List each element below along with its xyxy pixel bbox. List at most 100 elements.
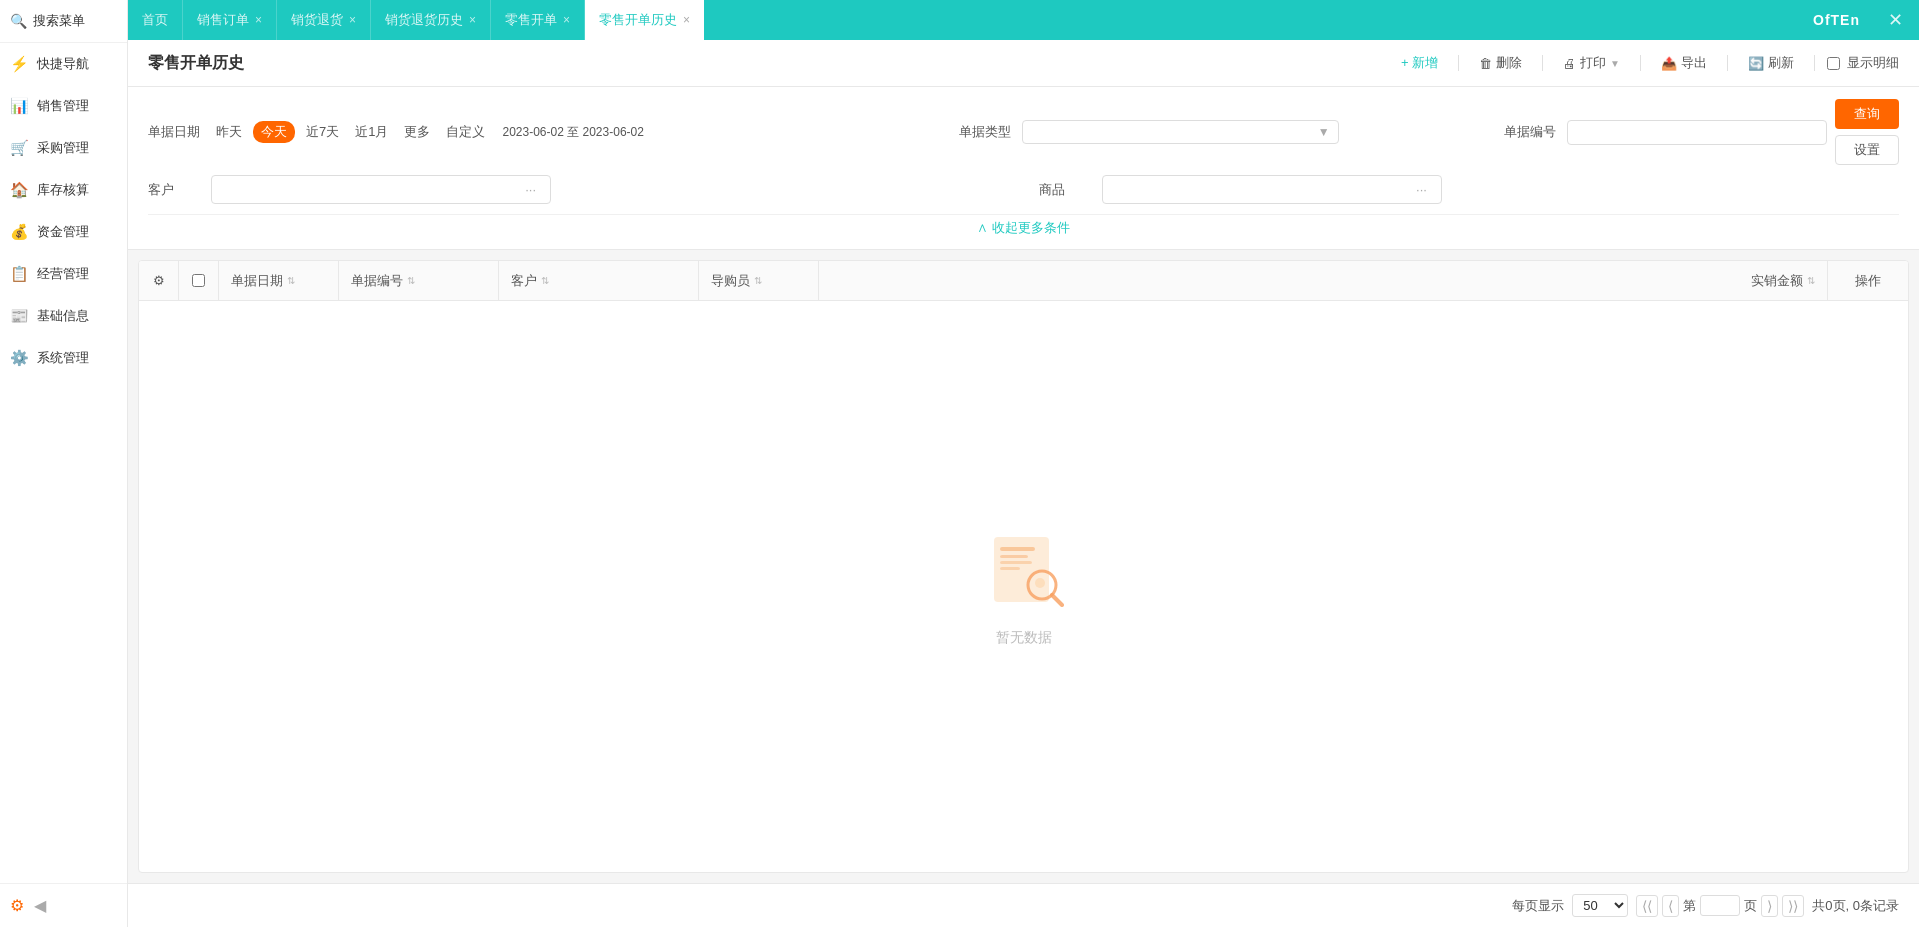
svg-rect-1 [1000,547,1035,551]
collapse-filter-btn[interactable]: ∧ 收起更多条件 [148,214,1899,241]
sidebar-item-sales-mgmt[interactable]: 📊 销售管理 [0,85,127,127]
tab-sales-order-close[interactable]: × [255,13,262,27]
set-button[interactable]: 设置 [1835,135,1899,165]
window-close-button[interactable]: ✕ [1888,9,1903,31]
customer-sort-icon: ⇅ [541,275,549,286]
tab-sales-return-history[interactable]: 销货退货历史 × [371,0,491,40]
sidebar-item-label: 基础信息 [37,307,89,325]
prev-page-btn[interactable]: ⟨ [1662,895,1679,917]
toolbar: + 新增 🗑 删除 🖨 打印 ▼ 📤 导出 [1393,50,1899,76]
sidebar-search[interactable]: 🔍 搜索菜单 [0,0,127,43]
quick-nav-icon: ⚡ [10,55,29,73]
toolbar-divider-4 [1727,55,1728,71]
collapse-filter-text: ∧ 收起更多条件 [977,220,1070,235]
last-page-btn[interactable]: ⟩⟩ [1782,895,1804,917]
tab-retail-history-close[interactable]: × [683,13,690,27]
date-opt-7days[interactable]: 近7天 [301,121,344,143]
th-date[interactable]: 单据日期 ⇅ [219,261,339,300]
th-guide-label: 导购员 [711,272,750,290]
th-settings[interactable]: ⚙ [139,261,179,300]
tab-sales-return-close[interactable]: × [349,13,356,27]
page-total-text: 共0页, 0条记录 [1812,897,1899,915]
show-detail-checkbox[interactable] [1827,57,1840,70]
sidebar-item-label: 库存核算 [37,181,89,199]
refresh-button[interactable]: 🔄 刷新 [1740,50,1802,76]
sidebar-item-quick-nav[interactable]: ⚡ 快捷导航 [0,43,127,85]
settings-icon[interactable]: ⚙ [10,896,24,915]
th-customer[interactable]: 客户 ⇅ [499,261,699,300]
sidebar-item-label: 销售管理 [37,97,89,115]
select-all-checkbox[interactable] [192,274,205,287]
page-unit: 页 [1744,897,1757,915]
th-ops: 操作 [1828,261,1908,300]
page-nav: ⟨⟨ ⟨ 第 1 页 ⟩ ⟩⟩ [1636,895,1804,917]
doc-type-select[interactable]: ▼ [1022,120,1339,144]
date-opt-1month[interactable]: 近1月 [350,121,393,143]
next-page-btn[interactable]: ⟩ [1761,895,1778,917]
table-header: ⚙ 单据日期 ⇅ 单据编号 ⇅ 客户 ⇅ 导购员 [139,261,1908,301]
query-button[interactable]: 查询 [1835,99,1899,129]
date-filter-label: 单据日期 [148,123,203,141]
sidebar-item-finance[interactable]: 💰 资金管理 [0,211,127,253]
sidebar-item-purchase-mgmt[interactable]: 🛒 采购管理 [0,127,127,169]
main-area: 首页 销售订单 × 销货退货 × 销货退货历史 × 零售开单 × 零售开单历史 … [128,0,1919,927]
th-num-label: 单据编号 [351,272,403,290]
search-icon: 🔍 [10,13,27,29]
tab-sales-return-history-close[interactable]: × [469,13,476,27]
sidebar-item-sys-mgmt[interactable]: ⚙️ 系统管理 [0,337,127,379]
export-button[interactable]: 📤 导出 [1653,50,1715,76]
tab-sales-return-label: 销货退货 [291,11,343,29]
customer-more-icon[interactable]: ··· [519,180,542,199]
guide-sort-icon: ⇅ [754,275,762,286]
date-opt-more[interactable]: 更多 [399,121,435,143]
sidebar-item-base-info[interactable]: 📰 基础信息 [0,295,127,337]
first-page-btn[interactable]: ⟨⟨ [1636,895,1658,917]
show-detail-label-text: 显示明细 [1847,54,1899,72]
refresh-icon: 🔄 [1748,56,1764,71]
amount-sort-icon: ⇅ [1807,275,1815,286]
th-amount[interactable]: 实销金额 ⇅ [819,261,1828,300]
empty-text: 暂无数据 [996,629,1052,647]
per-page-select[interactable]: 50 100 200 [1572,894,1628,917]
tab-retail-history[interactable]: 零售开单历史 × [585,0,704,40]
export-button-label: 导出 [1681,54,1707,72]
tab-retail-open[interactable]: 零售开单 × [491,0,585,40]
tab-sales-return[interactable]: 销货退货 × [277,0,371,40]
svg-rect-2 [1000,555,1028,558]
finance-icon: 💰 [10,223,29,241]
tab-home[interactable]: 首页 [128,0,183,40]
tab-sales-return-history-label: 销货退货历史 [385,11,463,29]
date-opt-today[interactable]: 今天 [253,121,295,143]
th-num[interactable]: 单据编号 ⇅ [339,261,499,300]
add-button[interactable]: + 新增 [1393,50,1446,76]
th-checkbox[interactable] [179,261,219,300]
add-button-label: + 新增 [1401,54,1438,72]
print-button[interactable]: 🖨 打印 ▼ [1555,50,1628,76]
page-number-input[interactable]: 1 [1700,895,1740,916]
goods-filter-label: 商品 [1039,181,1094,199]
date-opt-custom[interactable]: 自定义 [441,121,490,143]
sidebar-item-operations[interactable]: 📋 经营管理 [0,253,127,295]
num-sort-icon: ⇅ [407,275,415,286]
goods-select[interactable]: ··· [1102,175,1442,204]
th-guide[interactable]: 导购员 ⇅ [699,261,819,300]
page-word: 第 [1683,897,1696,915]
purchase-mgmt-icon: 🛒 [10,139,29,157]
sidebar-item-inventory[interactable]: 🏠 库存核算 [0,169,127,211]
empty-state: 暂无数据 [139,301,1908,872]
sidebar-item-label: 系统管理 [37,349,89,367]
delete-button[interactable]: 🗑 删除 [1471,50,1530,76]
customer-select[interactable]: ··· [211,175,551,204]
tab-sales-order-label: 销售订单 [197,11,249,29]
tab-sales-order[interactable]: 销售订单 × [183,0,277,40]
tab-retail-open-close[interactable]: × [563,13,570,27]
delete-button-label: 删除 [1496,54,1522,72]
doc-num-input[interactable] [1567,120,1827,145]
goods-more-icon[interactable]: ··· [1410,180,1433,199]
query-area: 查询 设置 [1835,99,1899,165]
show-detail-toggle[interactable]: 显示明细 [1827,54,1899,72]
date-opt-yesterday[interactable]: 昨天 [211,121,247,143]
per-page-label: 每页显示 [1512,897,1564,915]
inventory-icon: 🏠 [10,181,29,199]
collapse-sidebar-icon[interactable]: ◀ [34,896,46,915]
